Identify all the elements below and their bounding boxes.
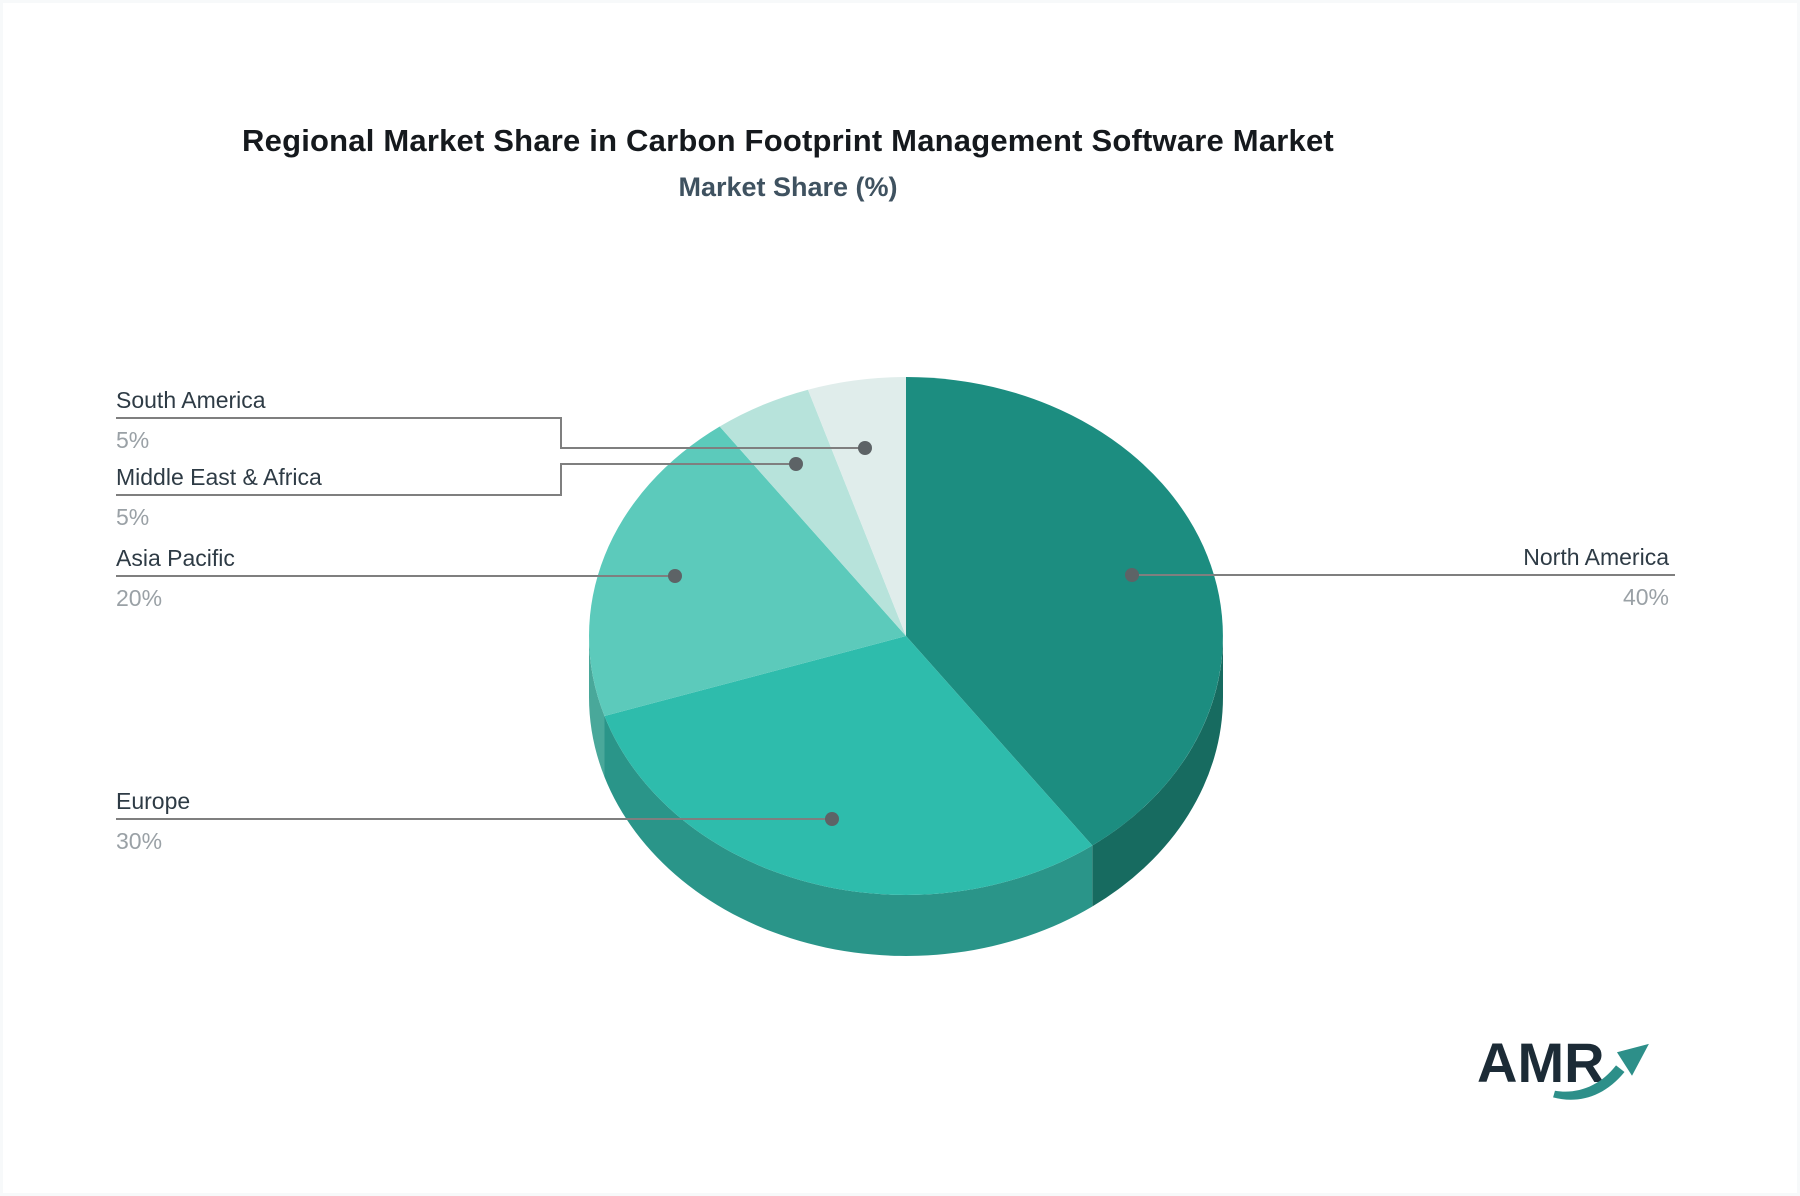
- callout-value: 5%: [116, 504, 150, 530]
- leader-dot-middle-east-africa: [789, 457, 803, 471]
- leader-dot-south-america: [858, 441, 872, 455]
- callout-north-america: North America 40%: [1109, 544, 1669, 610]
- callout-label: South America: [116, 387, 266, 413]
- callout-value: 40%: [1622, 584, 1669, 610]
- callout-label: Europe: [116, 788, 191, 814]
- callout-value: 30%: [116, 828, 163, 854]
- callout-value: 20%: [116, 585, 163, 611]
- chart-canvas: Regional Market Share in Carbon Footprin…: [0, 0, 1800, 1196]
- callout-asia-pacific: Asia Pacific 20%: [116, 545, 676, 611]
- callout-value: 5%: [116, 427, 150, 453]
- callout-label: Asia Pacific: [116, 545, 235, 571]
- logo-arrow-icon: [1553, 1043, 1649, 1100]
- leader-dot-europe: [825, 812, 839, 826]
- callout-label: Middle East & Africa: [116, 464, 322, 490]
- callout-middle-east-africa: Middle East & Africa 5%: [116, 464, 676, 530]
- callout-europe: Europe 30%: [116, 788, 676, 854]
- callout-label: North America: [1523, 544, 1669, 570]
- callout-south-america: South America 5%: [116, 387, 676, 453]
- amr-logo: AMR: [1477, 1033, 1677, 1117]
